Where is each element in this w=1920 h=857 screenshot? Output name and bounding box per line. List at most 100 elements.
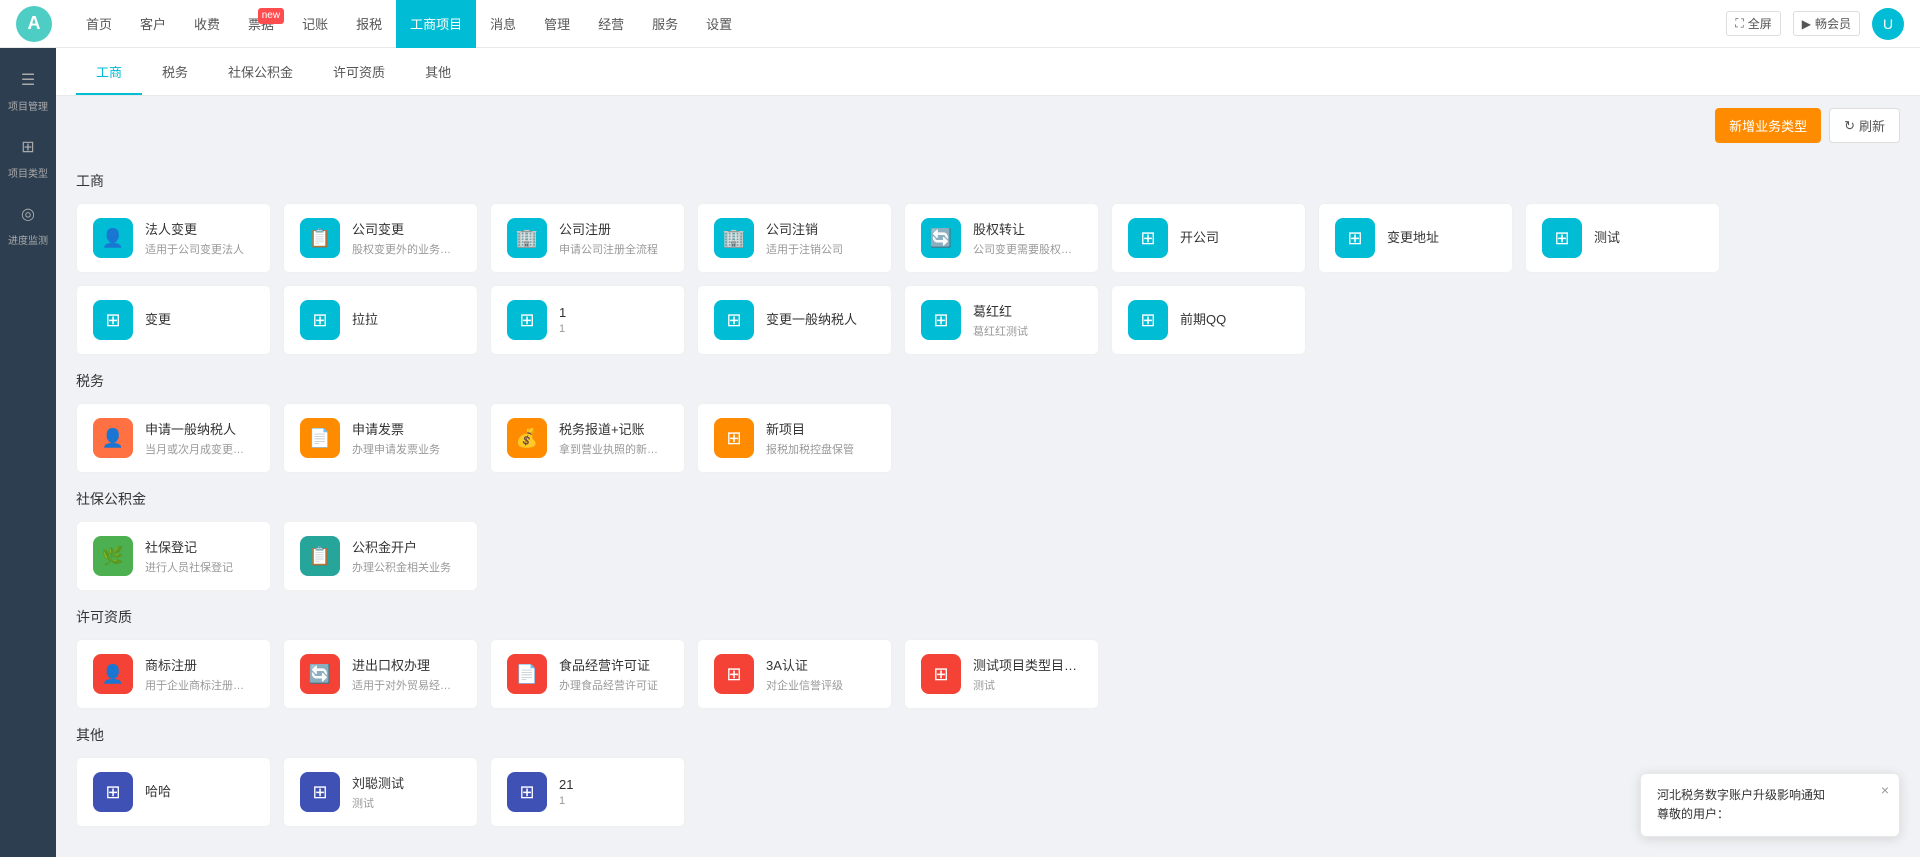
card-公司变更[interactable]: 📋 公司变更 股权变更外的业务变更	[283, 203, 478, 273]
card-进出口权办理[interactable]: 🔄 进出口权办理 适用于对外贸易经营者	[283, 639, 478, 709]
card-info: 变更	[145, 309, 254, 331]
card-title: 拉拉	[352, 309, 461, 328]
nav-item-报税[interactable]: 报税	[342, 0, 396, 48]
nav-item-服务[interactable]: 服务	[638, 0, 692, 48]
card-申请一般纳税人[interactable]: 👤 申请一般纳税人 当月或次月成变更完成	[76, 403, 271, 473]
tab-社保公积金[interactable]: 社保公积金	[208, 48, 313, 95]
tab-其他[interactable]: 其他	[405, 48, 471, 95]
tab-工商[interactable]: 工商	[76, 48, 142, 95]
vip-button[interactable]: ▶ 畅会员	[1793, 11, 1860, 36]
card-info: 公司变更 股权变更外的业务变更	[352, 219, 461, 257]
card-刘聪测试[interactable]: ⊞ 刘聪测试 测试	[283, 757, 478, 827]
card-desc: 报税加税控盘保管	[766, 441, 875, 457]
nav-item-工商项目[interactable]: 工商项目	[396, 0, 476, 48]
nav-item-消息[interactable]: 消息	[476, 0, 530, 48]
card-公司注册[interactable]: 🏢 公司注册 申请公司注册全流程	[490, 203, 685, 273]
card-desc: 当月或次月成变更完成	[145, 441, 254, 457]
nav-item-设置[interactable]: 设置	[692, 0, 746, 48]
notification-close[interactable]: ×	[1881, 782, 1889, 798]
card-icon: 🔄	[921, 218, 961, 258]
nav-item-首页[interactable]: 首页	[72, 0, 126, 48]
card-desc: 测试	[352, 795, 461, 811]
nav-item-客户[interactable]: 客户	[126, 0, 180, 48]
card-icon: 📄	[300, 418, 340, 458]
card-前期QQ[interactable]: ⊞ 前期QQ	[1111, 285, 1306, 355]
logo-text: A	[28, 13, 41, 34]
card-21[interactable]: ⊞ 21 1	[490, 757, 685, 827]
card-icon: 👤	[93, 418, 133, 458]
card-icon: ⊞	[507, 772, 547, 812]
nav-item-记账[interactable]: 记账	[288, 0, 342, 48]
sidebar-icon: ⊞	[14, 133, 42, 161]
card-1[interactable]: ⊞ 1 1	[490, 285, 685, 355]
card-拉拉[interactable]: ⊞ 拉拉	[283, 285, 478, 355]
avatar-letter: U	[1883, 16, 1893, 32]
card-测试项目类型目定义[interactable]: ⊞ 测试项目类型目定义 测试	[904, 639, 1099, 709]
card-info: 变更地址	[1387, 227, 1496, 249]
tab-许可资质[interactable]: 许可资质	[313, 48, 405, 95]
card-icon: 📄	[507, 654, 547, 694]
card-title: 申请发票	[352, 419, 461, 438]
tabs-bar: 工商税务社保公积金许可资质其他	[56, 48, 1920, 96]
nav-right: ⛶ 全屏 ▶ 畅会员 U	[1726, 8, 1904, 40]
sidebar-item-进度监测[interactable]: ◎进度监测	[0, 190, 56, 257]
card-icon: 👤	[93, 218, 133, 258]
card-哈哈[interactable]: ⊞ 哈哈	[76, 757, 271, 827]
card-税务报道+记账[interactable]: 💰 税务报道+记账 拿到营业执照的新公司	[490, 403, 685, 473]
card-title: 公司注册	[559, 219, 668, 238]
card-icon: 📋	[300, 218, 340, 258]
card-新项目[interactable]: ⊞ 新项目 报税加税控盘保管	[697, 403, 892, 473]
card-icon: 👤	[93, 654, 133, 694]
card-icon: ⊞	[1335, 218, 1375, 258]
avatar[interactable]: U	[1872, 8, 1904, 40]
card-info: 拉拉	[352, 309, 461, 331]
card-info: 商标注册 用于企业商标注册服务	[145, 655, 254, 693]
sidebar-item-项目管理[interactable]: ☰项目管理	[0, 56, 56, 123]
card-info: 测试	[1594, 227, 1703, 249]
nav-item-管理[interactable]: 管理	[530, 0, 584, 48]
nav-item-经营[interactable]: 经营	[584, 0, 638, 48]
card-title: 税务报道+记账	[559, 419, 668, 438]
card-法人变更[interactable]: 👤 法人变更 适用于公司变更法人	[76, 203, 271, 273]
card-葛红红[interactable]: ⊞ 葛红红 葛红红测试	[904, 285, 1099, 355]
card-变更[interactable]: ⊞ 变更	[76, 285, 271, 355]
fullscreen-button[interactable]: ⛶ 全屏	[1726, 11, 1780, 36]
card-股权转让[interactable]: 🔄 股权转让 公司变更需要股权转让	[904, 203, 1099, 273]
card-公积金开户[interactable]: 📋 公积金开户 办理公积金相关业务	[283, 521, 478, 591]
card-info: 1 1	[559, 305, 668, 335]
sidebar-label: 项目管理	[8, 98, 48, 113]
section-title-社保公积金: 社保公积金	[76, 473, 1900, 521]
card-商标注册[interactable]: 👤 商标注册 用于企业商标注册服务	[76, 639, 271, 709]
card-开公司[interactable]: ⊞ 开公司	[1111, 203, 1306, 273]
sidebar-item-项目类型[interactable]: ⊞项目类型	[0, 123, 56, 190]
card-变更一般纳税人[interactable]: ⊞ 变更一般纳税人	[697, 285, 892, 355]
nav-item-票据[interactable]: 票据new	[234, 0, 288, 48]
vip-label: 畅会员	[1815, 15, 1851, 32]
card-title: 前期QQ	[1180, 309, 1289, 328]
card-申请发票[interactable]: 📄 申请发票 办理申请发票业务	[283, 403, 478, 473]
card-desc: 公司变更需要股权转让	[973, 241, 1082, 257]
content-area: 工商 👤 法人变更 适用于公司变更法人 📋 公司变更 股权变更外的业务变更 🏢 …	[56, 155, 1920, 847]
card-info: 3A认证 对企业信誉评级	[766, 655, 875, 693]
card-社保登记[interactable]: 🌿 社保登记 进行人员社保登记	[76, 521, 271, 591]
refresh-button[interactable]: ↻ 刷新	[1829, 108, 1900, 143]
card-info: 社保登记 进行人员社保登记	[145, 537, 254, 575]
nav-item-收费[interactable]: 收费	[180, 0, 234, 48]
card-变更地址[interactable]: ⊞ 变更地址	[1318, 203, 1513, 273]
notification-text: 河北税务数字账户升级影响通知 尊敬的用户：	[1657, 786, 1883, 824]
card-公司注销[interactable]: 🏢 公司注销 适用于注销公司	[697, 203, 892, 273]
tab-税务[interactable]: 税务	[142, 48, 208, 95]
card-desc: 1	[559, 795, 668, 807]
card-info: 食品经营许可证 办理食品经营许可证	[559, 655, 668, 693]
card-测试[interactable]: ⊞ 测试	[1525, 203, 1720, 273]
card-desc: 葛红红测试	[973, 323, 1082, 339]
card-icon: ⊞	[300, 300, 340, 340]
card-title: 进出口权办理	[352, 655, 461, 674]
card-icon: ⊞	[714, 300, 754, 340]
card-title: 法人变更	[145, 219, 254, 238]
card-食品经营许可证[interactable]: 📄 食品经营许可证 办理食品经营许可证	[490, 639, 685, 709]
card-title: 变更	[145, 309, 254, 328]
new-type-button[interactable]: 新增业务类型	[1715, 108, 1821, 143]
card-3A认证[interactable]: ⊞ 3A认证 对企业信誉评级	[697, 639, 892, 709]
refresh-icon: ↻	[1844, 118, 1855, 134]
